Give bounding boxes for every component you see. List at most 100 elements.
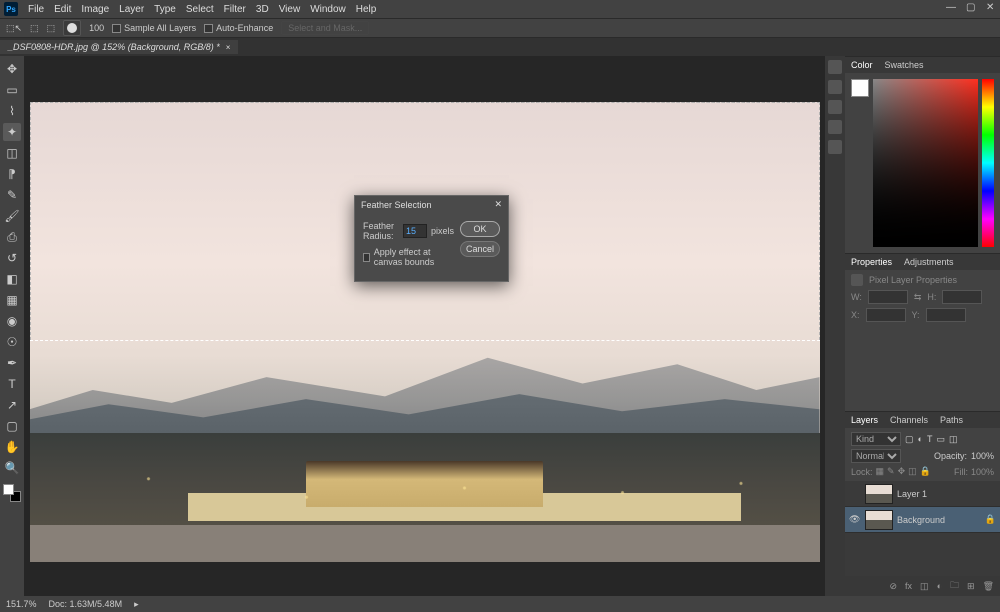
close-icon[interactable]: ✕ [986,2,996,12]
tab-swatches[interactable]: Swatches [883,59,926,71]
fill-value[interactable]: 100% [971,467,994,477]
minimize-icon[interactable]: — [946,2,956,12]
layer-row[interactable]: 👁 Background 🔒 [845,507,1000,533]
lasso-tool[interactable]: ⌇ [3,102,21,120]
eyedropper-tool[interactable]: ⁋ [3,165,21,183]
history-icon[interactable] [828,60,842,74]
type-tool[interactable]: T [3,375,21,393]
group-icon[interactable]: 🗀 [950,578,959,594]
stamp-tool[interactable]: ⎙ [3,228,21,246]
tab-paths[interactable]: Paths [938,414,965,426]
delete-layer-icon[interactable]: 🗑 [983,581,994,592]
doc-size[interactable]: Doc: 1.63M/5.48M [49,599,123,609]
dodge-tool[interactable]: ☉ [3,333,21,351]
paragraph-icon[interactable] [828,140,842,154]
blur-tool[interactable]: ◉ [3,312,21,330]
new-layer-icon[interactable]: ⊞ [967,581,975,592]
move-tool[interactable]: ✥ [3,60,21,78]
healing-tool[interactable]: ✎ [3,186,21,204]
layer-thumbnail[interactable] [865,510,893,530]
lock-position-icon[interactable]: ✥ [898,466,906,477]
lock-artboard-icon[interactable]: ◫ [908,466,917,477]
select-and-mask-button[interactable]: Select and Mask... [281,21,369,35]
menu-window[interactable]: Window [310,4,346,15]
color-picker-field[interactable] [873,79,978,247]
menu-image[interactable]: Image [81,4,109,15]
auto-enhance-checkbox[interactable]: Auto-Enhance [204,23,273,33]
tab-channels[interactable]: Channels [888,414,930,426]
menu-help[interactable]: Help [356,4,377,15]
layer-style-icon[interactable]: fx [905,581,912,591]
filter-type-icon[interactable]: T [927,434,933,444]
history-brush-tool[interactable]: ↺ [3,249,21,267]
canvas[interactable] [30,102,820,562]
layer-name[interactable]: Layer 1 [897,489,996,499]
adjustment-layer-icon[interactable]: ◐ [937,581,942,591]
blend-mode-select[interactable]: Normal [851,449,901,463]
menu-type[interactable]: Type [154,4,176,15]
tab-adjustments[interactable]: Adjustments [902,256,956,268]
foreground-color[interactable] [3,484,14,495]
sample-all-layers-checkbox[interactable]: Sample All Layers [112,23,196,33]
tab-properties[interactable]: Properties [849,256,894,268]
menu-view[interactable]: View [279,4,301,15]
x-field[interactable] [866,308,906,322]
menu-file[interactable]: File [28,4,44,15]
filter-pixel-icon[interactable]: ▢ [905,434,914,445]
add-to-selection-icon[interactable]: ⬚ [30,23,39,34]
lock-transparency-icon[interactable]: ▦ [876,466,885,477]
filter-adjustment-icon[interactable]: ◐ [918,434,923,444]
hue-slider[interactable] [982,79,994,247]
feather-radius-input[interactable] [403,224,427,238]
maximize-icon[interactable]: ▢ [966,2,976,12]
document-tab[interactable]: _DSF0808-HDR.jpg @ 152% (Background, RGB… [0,40,238,54]
apply-canvas-bounds-checkbox[interactable] [363,253,370,262]
brush-settings-icon[interactable] [828,80,842,94]
filter-shape-icon[interactable]: ▭ [936,434,945,445]
subtract-from-selection-icon[interactable]: ⬚ [47,23,56,34]
eraser-tool[interactable]: ◧ [3,270,21,288]
lock-pixels-icon[interactable]: ✎ [887,466,895,477]
menu-3d[interactable]: 3D [256,4,269,15]
layer-thumbnail[interactable] [865,484,893,504]
crop-tool[interactable]: ◫ [3,144,21,162]
visibility-icon[interactable]: 👁 [849,514,861,525]
gradient-tool[interactable]: ▦ [3,291,21,309]
lock-all-icon[interactable]: 🔒 [920,466,931,477]
dialog-close-icon[interactable]: ✕ [494,199,502,210]
brush-tool[interactable]: 🖌 [3,207,21,225]
width-field[interactable] [868,290,908,304]
color-swatches[interactable] [3,484,21,502]
hand-tool[interactable]: ✋ [3,438,21,456]
character-icon[interactable] [828,120,842,134]
shape-tool[interactable]: ▢ [3,417,21,435]
marquee-tool[interactable]: ▭ [3,81,21,99]
menu-filter[interactable]: Filter [224,4,246,15]
link-layers-icon[interactable]: ⊘ [889,581,897,592]
menu-edit[interactable]: Edit [54,4,71,15]
status-chevron-icon[interactable]: ▸ [134,599,139,610]
layer-mask-icon[interactable]: ◫ [920,581,929,592]
layer-row[interactable]: Layer 1 [845,481,1000,507]
quick-selection-tool[interactable]: ✦ [3,123,21,141]
filter-smart-icon[interactable]: ◫ [949,434,958,445]
zoom-level[interactable]: 151.7% [6,599,37,609]
info-icon[interactable] [828,100,842,114]
path-tool[interactable]: ↗ [3,396,21,414]
menu-select[interactable]: Select [186,4,214,15]
opacity-value[interactable]: 100% [971,451,994,461]
zoom-tool[interactable]: 🔍 [3,459,21,477]
cancel-button[interactable]: Cancel [460,241,500,257]
tab-close-icon[interactable]: × [226,43,231,52]
ok-button[interactable]: OK [460,221,500,237]
canvas-area[interactable] [24,56,825,596]
menu-layer[interactable]: Layer [119,4,144,15]
quick-select-icon[interactable]: ⬚↖ [6,23,22,34]
pen-tool[interactable]: ✒ [3,354,21,372]
tab-color[interactable]: Color [849,59,875,71]
color-foreground-swatch[interactable] [851,79,869,97]
brush-preset[interactable] [63,20,81,36]
tab-layers[interactable]: Layers [849,414,880,426]
layer-filter-select[interactable]: Kind [851,432,901,446]
layer-name[interactable]: Background [897,515,981,525]
